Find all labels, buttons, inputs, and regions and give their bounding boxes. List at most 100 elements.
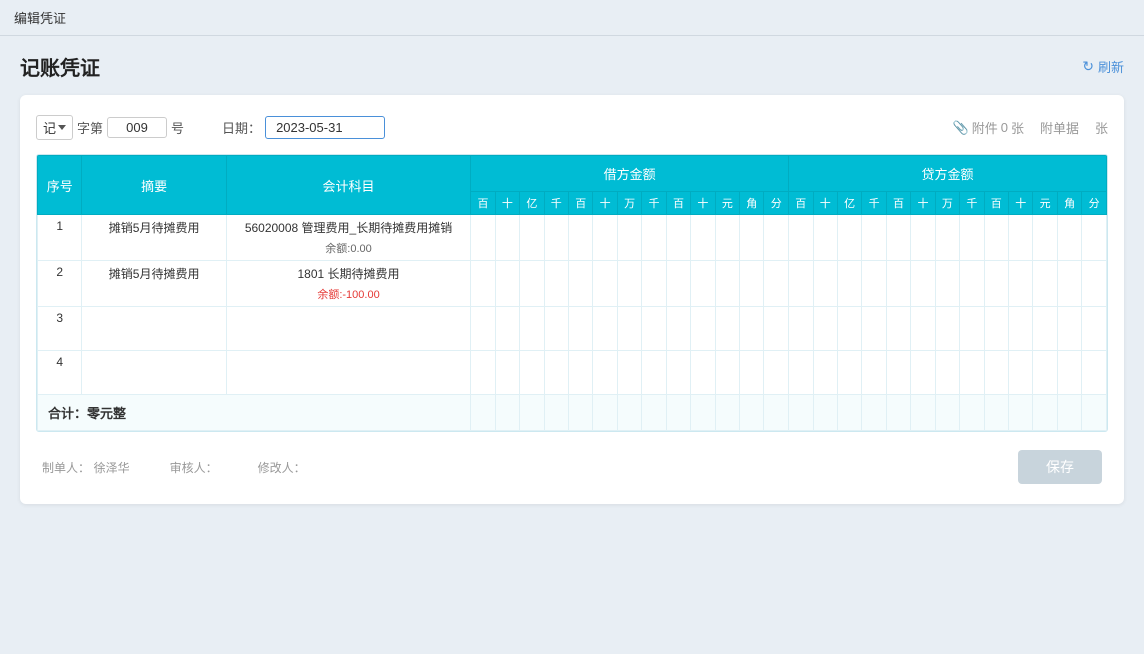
row-account-4[interactable] <box>226 351 470 395</box>
row-summary-1[interactable]: 摊销5月待摊费用 <box>82 215 226 261</box>
attachment-link[interactable]: 📎 附件 0 张 <box>953 118 1024 137</box>
row-summary-3[interactable] <box>82 307 226 351</box>
d2-10[interactable] <box>715 261 739 307</box>
d2-9[interactable] <box>691 261 715 307</box>
save-button[interactable]: 保存 <box>1018 450 1102 484</box>
voucher-number-input[interactable] <box>107 117 167 138</box>
c1-11[interactable] <box>1057 215 1081 261</box>
c1-4[interactable] <box>886 215 910 261</box>
d1-11[interactable] <box>740 215 764 261</box>
c4-8[interactable] <box>984 351 1008 395</box>
c4-2[interactable] <box>837 351 861 395</box>
d1-12[interactable] <box>764 215 789 261</box>
d3-6[interactable] <box>617 307 641 351</box>
d4-10[interactable] <box>715 351 739 395</box>
d2-4[interactable] <box>568 261 592 307</box>
c4-0[interactable] <box>789 351 813 395</box>
d1-7[interactable] <box>642 215 666 261</box>
refresh-button[interactable]: ↻ 刷新 <box>1082 57 1124 76</box>
c3-11[interactable] <box>1057 307 1081 351</box>
c1-7[interactable] <box>960 215 984 261</box>
c1-8[interactable] <box>984 215 1008 261</box>
c2-11[interactable] <box>1057 261 1081 307</box>
c3-7[interactable] <box>960 307 984 351</box>
d2-0[interactable] <box>471 261 495 307</box>
c1-6[interactable] <box>935 215 959 261</box>
c4-12[interactable] <box>1082 351 1107 395</box>
d2-8[interactable] <box>666 261 690 307</box>
c3-1[interactable] <box>813 307 837 351</box>
c2-9[interactable] <box>1009 261 1033 307</box>
d3-2[interactable] <box>520 307 544 351</box>
c3-6[interactable] <box>935 307 959 351</box>
d1-4[interactable] <box>568 215 592 261</box>
date-input[interactable] <box>265 116 385 139</box>
d3-3[interactable] <box>544 307 568 351</box>
c2-2[interactable] <box>837 261 861 307</box>
d4-5[interactable] <box>593 351 617 395</box>
c1-3[interactable] <box>862 215 886 261</box>
d1-8[interactable] <box>666 215 690 261</box>
d3-4[interactable] <box>568 307 592 351</box>
row-account-3[interactable] <box>226 307 470 351</box>
c1-12[interactable] <box>1082 215 1107 261</box>
d1-1[interactable] <box>495 215 519 261</box>
c1-9[interactable] <box>1009 215 1033 261</box>
c1-5[interactable] <box>911 215 935 261</box>
d3-12[interactable] <box>764 307 789 351</box>
c2-5[interactable] <box>911 261 935 307</box>
c3-5[interactable] <box>911 307 935 351</box>
c2-7[interactable] <box>960 261 984 307</box>
d2-11[interactable] <box>740 261 764 307</box>
d3-0[interactable] <box>471 307 495 351</box>
row-summary-2[interactable]: 摊销5月待摊费用 <box>82 261 226 307</box>
d1-6[interactable] <box>617 215 641 261</box>
c2-12[interactable] <box>1082 261 1107 307</box>
c2-3[interactable] <box>862 261 886 307</box>
c3-8[interactable] <box>984 307 1008 351</box>
d3-10[interactable] <box>715 307 739 351</box>
c3-4[interactable] <box>886 307 910 351</box>
d4-2[interactable] <box>520 351 544 395</box>
c4-6[interactable] <box>935 351 959 395</box>
c2-8[interactable] <box>984 261 1008 307</box>
d2-5[interactable] <box>593 261 617 307</box>
d2-1[interactable] <box>495 261 519 307</box>
d3-8[interactable] <box>666 307 690 351</box>
d2-6[interactable] <box>617 261 641 307</box>
c4-7[interactable] <box>960 351 984 395</box>
row-account-1[interactable]: 56020008 管理费用_长期待摊费用摊销 余额:0.00 <box>226 215 470 261</box>
d4-6[interactable] <box>617 351 641 395</box>
c4-11[interactable] <box>1057 351 1081 395</box>
d3-11[interactable] <box>740 307 764 351</box>
d4-4[interactable] <box>568 351 592 395</box>
c3-10[interactable] <box>1033 307 1057 351</box>
c2-4[interactable] <box>886 261 910 307</box>
c4-9[interactable] <box>1009 351 1033 395</box>
c3-12[interactable] <box>1082 307 1107 351</box>
d4-12[interactable] <box>764 351 789 395</box>
d1-3[interactable] <box>544 215 568 261</box>
d1-0[interactable] <box>471 215 495 261</box>
d2-2[interactable] <box>520 261 544 307</box>
d4-0[interactable] <box>471 351 495 395</box>
d3-1[interactable] <box>495 307 519 351</box>
c2-0[interactable] <box>789 261 813 307</box>
voucher-type-dropdown[interactable]: 记 <box>36 115 73 140</box>
c4-3[interactable] <box>862 351 886 395</box>
d3-5[interactable] <box>593 307 617 351</box>
d4-11[interactable] <box>740 351 764 395</box>
d4-8[interactable] <box>666 351 690 395</box>
d4-3[interactable] <box>544 351 568 395</box>
attach-single-label[interactable]: 附单据 <box>1040 118 1079 137</box>
c1-10[interactable] <box>1033 215 1057 261</box>
d3-7[interactable] <box>642 307 666 351</box>
d2-12[interactable] <box>764 261 789 307</box>
d2-3[interactable] <box>544 261 568 307</box>
c4-1[interactable] <box>813 351 837 395</box>
c2-10[interactable] <box>1033 261 1057 307</box>
c3-9[interactable] <box>1009 307 1033 351</box>
c4-5[interactable] <box>911 351 935 395</box>
d1-2[interactable] <box>520 215 544 261</box>
c3-0[interactable] <box>789 307 813 351</box>
